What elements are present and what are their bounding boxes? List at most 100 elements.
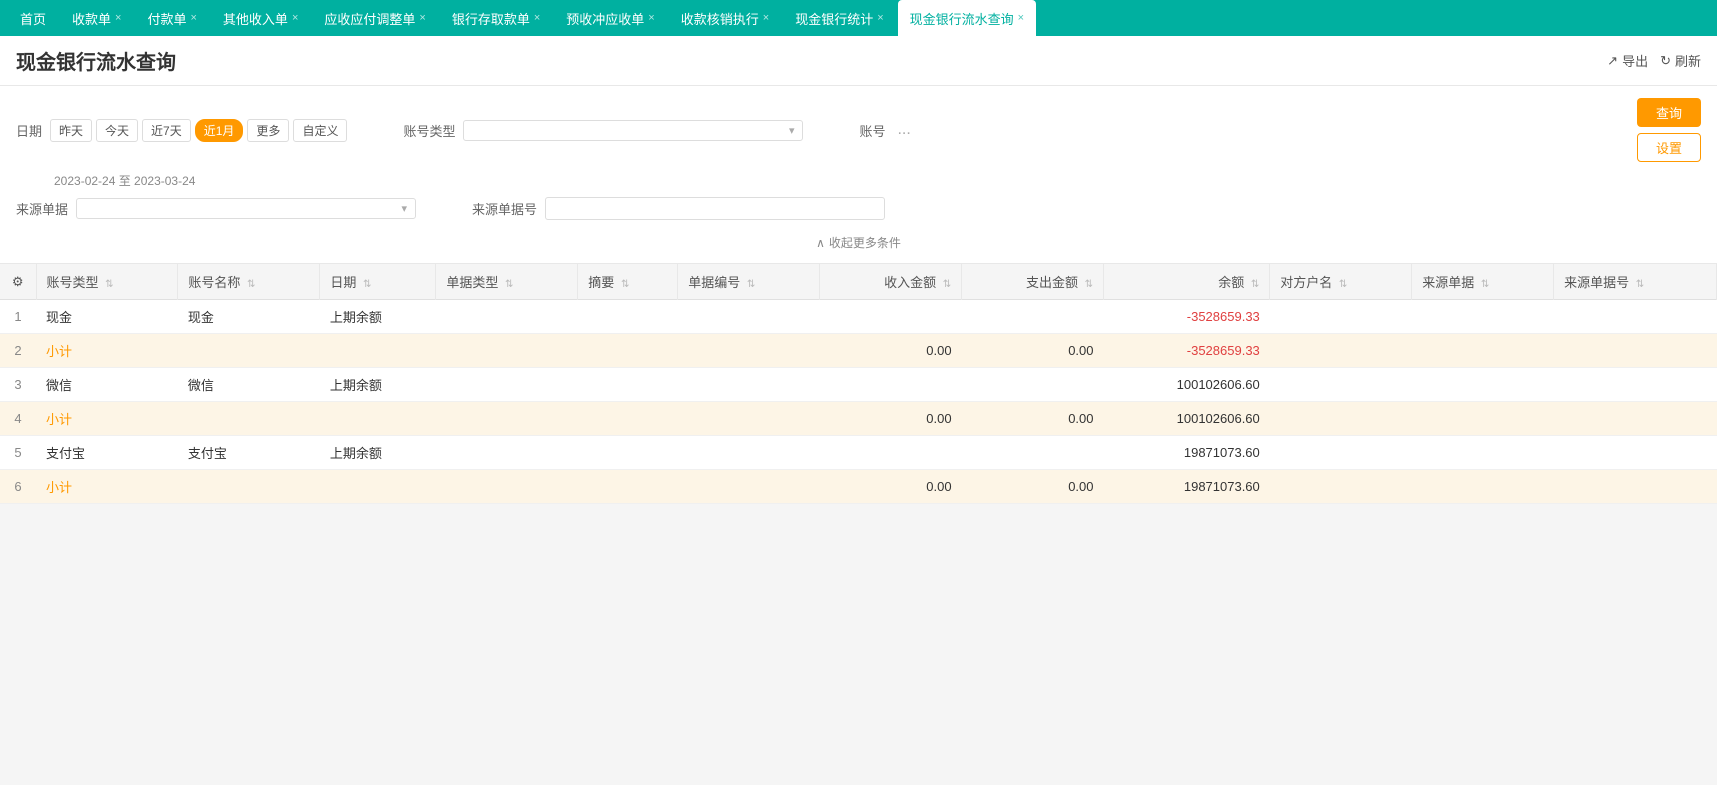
cell-balance: 19871073.60 <box>1104 470 1270 504</box>
cell-balance: 19871073.60 <box>1104 436 1270 470</box>
nav-tab-tongji[interactable]: 现金银行统计 × <box>783 0 895 36</box>
col-doc-type: 单据类型 ⇅ <box>436 264 578 300</box>
date-btn-custom[interactable]: 自定义 <box>293 119 347 142</box>
account-label: 账号 <box>859 121 885 140</box>
cell-income <box>820 436 962 470</box>
table-header-row: ⚙ 账号类型 ⇅ 账号名称 ⇅ 日期 ⇅ 单据类型 ⇅ <box>0 264 1717 300</box>
sort-icon[interactable]: ⇅ <box>621 279 629 290</box>
cell-doc-type <box>436 470 578 504</box>
col-income: 收入金额 ⇅ <box>820 264 962 300</box>
date-quick-buttons: 昨天 今天 近7天 近1月 更多 自定义 <box>50 119 347 142</box>
col-summary: 摘要 ⇅ <box>578 264 678 300</box>
date-btn-7days[interactable]: 近7天 <box>142 119 191 142</box>
cell-source-doc-no <box>1554 368 1717 402</box>
row-num: 1 <box>0 300 36 334</box>
row-num: 5 <box>0 436 36 470</box>
account-type-label: 账号类型 <box>403 121 455 140</box>
cell-account-name <box>178 334 320 368</box>
date-filter: 日期 昨天 今天 近7天 近1月 更多 自定义 <box>16 119 347 142</box>
action-buttons: 查询 设置 <box>1637 98 1701 162</box>
cell-counterpart <box>1270 470 1412 504</box>
cell-account-type: 微信 <box>36 368 178 402</box>
cell-doc-no <box>678 334 820 368</box>
account-dots-button[interactable]: ... <box>893 121 914 139</box>
cell-date <box>320 470 436 504</box>
date-range-display: 2023-02-24 至 2023-03-24 <box>50 172 1701 189</box>
close-icon[interactable]: × <box>419 12 425 24</box>
cell-balance: 100102606.60 <box>1104 368 1270 402</box>
source-doc-no-input[interactable] <box>545 197 885 220</box>
cell-source-doc <box>1412 334 1554 368</box>
cell-source-doc <box>1412 368 1554 402</box>
header-actions: ↗ 导出 ↻ 刷新 <box>1607 51 1701 70</box>
sort-icon[interactable]: ⇅ <box>1085 279 1093 290</box>
cell-counterpart <box>1270 334 1412 368</box>
cell-expense: 0.00 <box>962 470 1104 504</box>
source-doc-label: 来源单据 <box>16 199 68 218</box>
cell-date: 上期余额 <box>320 436 436 470</box>
sort-icon[interactable]: ⇅ <box>1339 279 1347 290</box>
nav-tab-liushui[interactable]: 现金银行流水查询 × <box>898 0 1036 36</box>
query-button[interactable]: 查询 <box>1637 98 1701 127</box>
nav-tab-tiaozhendan[interactable]: 应收应付调整单 × <box>312 0 437 36</box>
row-num: 3 <box>0 368 36 402</box>
date-btn-yesterday[interactable]: 昨天 <box>50 119 92 142</box>
nav-tab-yushou[interactable]: 预收冲应收单 × <box>554 0 666 36</box>
nav-home[interactable]: 首页 <box>8 0 58 36</box>
gear-icon[interactable]: ⚙ <box>12 274 24 289</box>
nav-tab-fukuandan[interactable]: 付款单 × <box>135 0 208 36</box>
refresh-icon: ↻ <box>1660 53 1671 69</box>
cell-source-doc <box>1412 436 1554 470</box>
table-row: 2 小计 0.00 0.00 -3528659.33 <box>0 334 1717 368</box>
cell-balance: -3528659.33 <box>1104 334 1270 368</box>
date-label: 日期 <box>16 121 42 140</box>
sort-icon[interactable]: ⇅ <box>943 279 951 290</box>
collapse-bar[interactable]: ∧ 收起更多条件 <box>16 230 1701 255</box>
refresh-button[interactable]: ↻ 刷新 <box>1660 51 1701 70</box>
cell-source-doc <box>1412 300 1554 334</box>
cell-date: 上期余额 <box>320 368 436 402</box>
cell-account-type: 支付宝 <box>36 436 178 470</box>
close-icon[interactable]: × <box>877 12 883 24</box>
cell-income: 0.00 <box>820 470 962 504</box>
cell-doc-no <box>678 368 820 402</box>
close-icon[interactable]: × <box>1018 12 1024 24</box>
sort-icon[interactable]: ⇅ <box>1251 279 1259 290</box>
date-btn-today[interactable]: 今天 <box>96 119 138 142</box>
sort-icon[interactable]: ⇅ <box>1481 279 1489 290</box>
export-button[interactable]: ↗ 导出 <box>1607 51 1648 70</box>
sort-icon[interactable]: ⇅ <box>505 279 513 290</box>
cell-doc-no <box>678 436 820 470</box>
nav-tab-shoukuandan[interactable]: 收款单 × <box>60 0 133 36</box>
cell-doc-no <box>678 300 820 334</box>
close-icon[interactable]: × <box>534 12 540 24</box>
close-icon[interactable]: × <box>763 12 769 24</box>
table-container: ⚙ 账号类型 ⇅ 账号名称 ⇅ 日期 ⇅ 单据类型 ⇅ <box>0 264 1717 504</box>
close-icon[interactable]: × <box>190 12 196 24</box>
nav-tab-hexiao[interactable]: 收款核销执行 × <box>669 0 781 36</box>
close-icon[interactable]: × <box>648 12 654 24</box>
cell-summary <box>578 368 678 402</box>
cell-expense <box>962 368 1104 402</box>
nav-tab-qitashouru[interactable]: 其他收入单 × <box>211 0 310 36</box>
sort-icon[interactable]: ⇅ <box>105 279 113 290</box>
table-row: 6 小计 0.00 0.00 19871073.60 <box>0 470 1717 504</box>
nav-tab-yinhang[interactable]: 银行存取款单 × <box>440 0 552 36</box>
setting-button[interactable]: 设置 <box>1637 133 1701 162</box>
close-icon[interactable]: × <box>292 12 298 24</box>
sort-icon[interactable]: ⇅ <box>747 279 755 290</box>
date-btn-1month[interactable]: 近1月 <box>195 119 244 142</box>
source-doc-no-filter: 来源单据号 <box>472 197 885 220</box>
source-doc-select[interactable]: ▾ <box>76 198 416 219</box>
close-icon[interactable]: × <box>115 12 121 24</box>
cell-account-type: 小计 <box>36 334 178 368</box>
sort-icon[interactable]: ⇅ <box>363 279 371 290</box>
date-btn-more[interactable]: 更多 <box>247 119 289 142</box>
sort-icon[interactable]: ⇅ <box>247 279 255 290</box>
data-table: ⚙ 账号类型 ⇅ 账号名称 ⇅ 日期 ⇅ 单据类型 ⇅ <box>0 264 1717 504</box>
collapse-up-icon: ∧ <box>816 236 825 250</box>
sort-icon[interactable]: ⇅ <box>1636 279 1644 290</box>
cell-expense <box>962 436 1104 470</box>
account-type-select[interactable]: ▾ <box>463 120 803 141</box>
cell-account-name <box>178 470 320 504</box>
